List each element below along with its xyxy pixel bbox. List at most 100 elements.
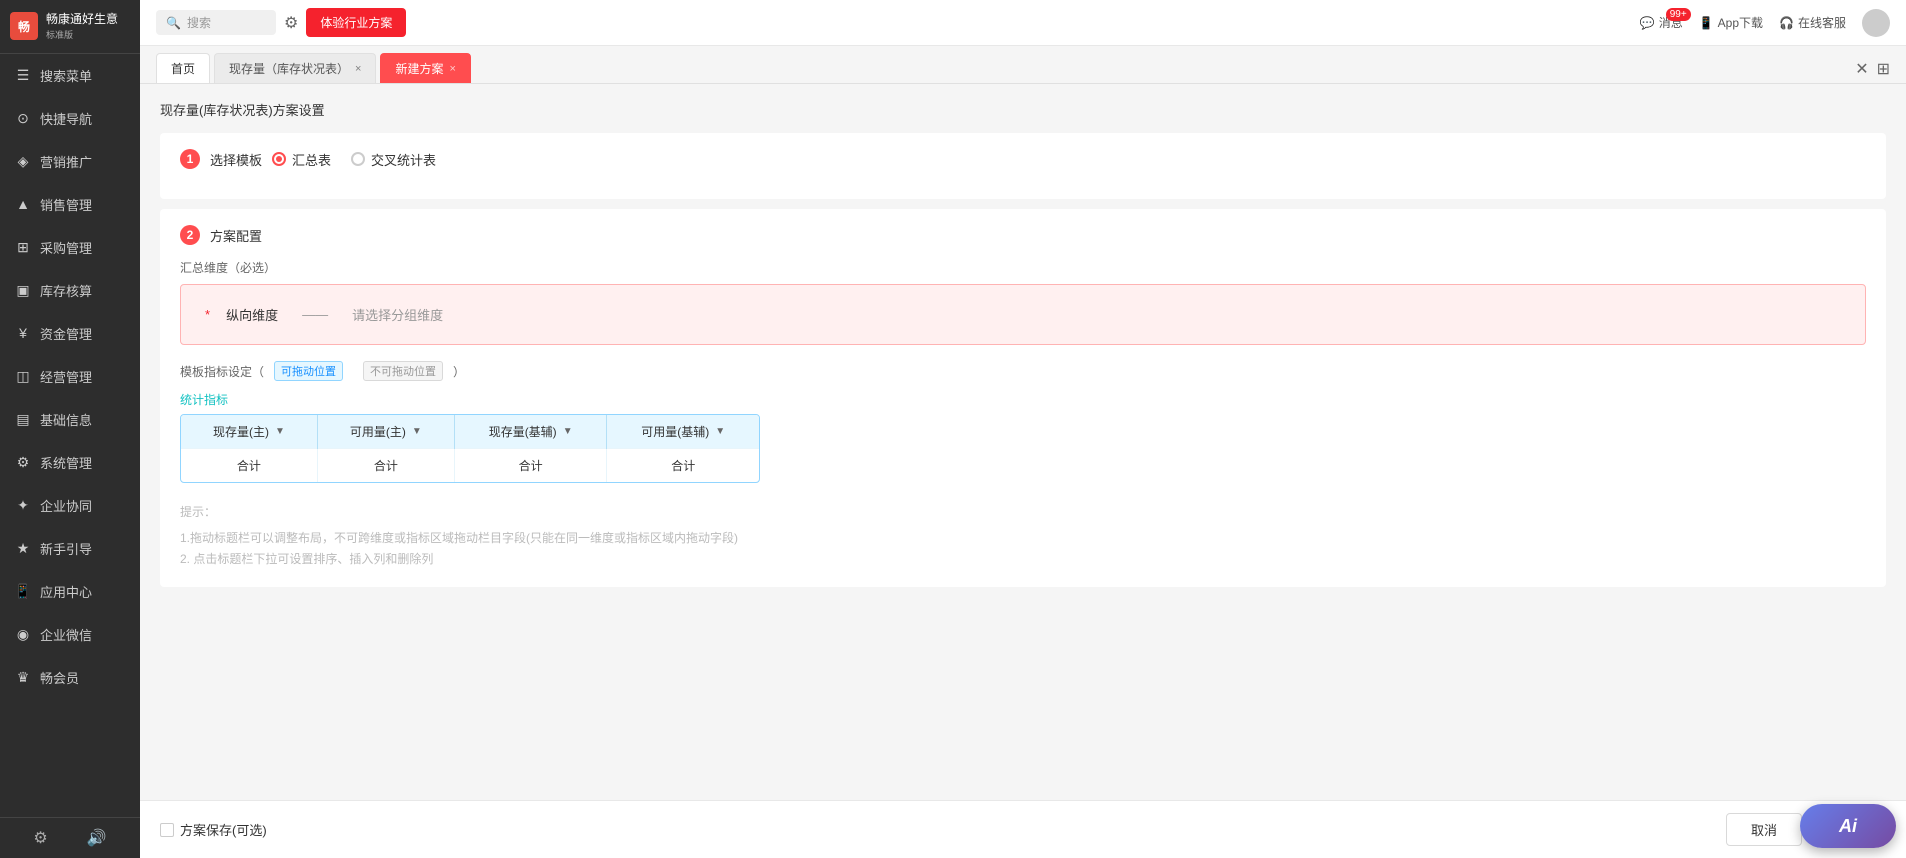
app-name: 畅康通好生意 bbox=[46, 12, 118, 28]
col-1-arrow-icon: ▼ bbox=[275, 426, 285, 437]
sidebar-item-system[interactable]: ⚙ 系统管理 bbox=[0, 441, 140, 484]
tips-section: 提示： 1.拖动标题栏可以调整布局，不可跨维度或指标区域拖动栏目字段(只能在同一… bbox=[180, 502, 1866, 571]
sidebar-item-finance[interactable]: ¥ 资金管理 bbox=[0, 312, 140, 355]
trial-button[interactable]: 体验行业方案 bbox=[306, 8, 406, 37]
sidebar-item-purchase[interactable]: ⊞ 采购管理 bbox=[0, 226, 140, 269]
home-icon: ⊙ bbox=[14, 109, 32, 127]
dim-dash: —— bbox=[302, 307, 328, 322]
tab-new-scheme[interactable]: 新建方案 × bbox=[380, 53, 470, 83]
chart-icon: ▲ bbox=[14, 195, 32, 213]
app-download-button[interactable]: 📱 App下载 bbox=[1699, 14, 1763, 31]
page-footer: 方案保存(可选) 取消 查询 bbox=[140, 800, 1906, 858]
tab-inventory-status[interactable]: 现存量（库存状况表） × bbox=[214, 53, 376, 83]
cart-icon: ⊞ bbox=[14, 238, 32, 256]
sidebar-item-basic-info[interactable]: ▤ 基础信息 bbox=[0, 398, 140, 441]
sidebar-item-label: 库存核算 bbox=[40, 281, 92, 300]
sidebar-item-inventory[interactable]: ▣ 库存核算 bbox=[0, 269, 140, 312]
indicator-settings: 模板指标设定（ 可拖动位置 不可拖动位置 ） 统计指标 现存量(主) bbox=[180, 361, 1866, 486]
tabbar: 首页 现存量（库存状况表） × 新建方案 × ✕ ⊞ bbox=[140, 46, 1906, 84]
sound-icon[interactable]: 🔊 bbox=[87, 828, 107, 848]
sidebar-item-member[interactable]: ♛ 畅会员 bbox=[0, 656, 140, 699]
save-option-label: 方案保存(可选) bbox=[180, 820, 267, 839]
avatar[interactable] bbox=[1862, 9, 1890, 37]
app-download-label: App下载 bbox=[1718, 14, 1763, 31]
col-header-4[interactable]: 可用量(基辅) ▼ bbox=[607, 415, 759, 449]
handshake-icon: ✦ bbox=[14, 496, 32, 514]
radio-cross[interactable]: 交叉统计表 bbox=[351, 150, 436, 169]
info-icon: ▤ bbox=[14, 410, 32, 428]
section1-title: 选择模板 bbox=[210, 150, 262, 169]
cell-1-4: 合计 bbox=[607, 449, 759, 483]
draggable-badge: 可拖动位置 bbox=[274, 361, 343, 381]
radio-summary-circle bbox=[272, 152, 286, 166]
crown-icon: ♛ bbox=[14, 668, 32, 686]
col-header-2[interactable]: 可用量(主) ▼ bbox=[317, 415, 454, 449]
col-header-3[interactable]: 现存量(基辅) ▼ bbox=[454, 415, 607, 449]
sidebar-item-newbie[interactable]: ★ 新手引导 bbox=[0, 527, 140, 570]
stats-section-label: 统计指标 bbox=[180, 391, 1866, 408]
settings-gear-icon[interactable]: ⚙ bbox=[284, 13, 298, 33]
tab-new-scheme-label: 新建方案 bbox=[395, 60, 443, 77]
cancel-button[interactable]: 取消 bbox=[1726, 813, 1802, 846]
message-badge: 99+ bbox=[1666, 8, 1691, 21]
window-close-icon[interactable]: ✕ bbox=[1855, 59, 1868, 79]
phone-icon: 📱 bbox=[14, 582, 32, 600]
tip-2: 2. 点击标题栏下拉可设置排序、插入列和删除列 bbox=[180, 549, 1866, 571]
search-box[interactable]: 🔍 搜索 bbox=[156, 10, 276, 35]
col-header-1[interactable]: 现存量(主) ▼ bbox=[181, 415, 317, 449]
radio-summary[interactable]: 汇总表 bbox=[272, 150, 331, 169]
box-icon: ▣ bbox=[14, 281, 32, 299]
indicator-settings-label: 模板指标设定（ 可拖动位置 不可拖动位置 ） bbox=[180, 361, 1866, 381]
radio-cross-circle bbox=[351, 152, 365, 166]
dimension-area[interactable]: * 纵向维度 —— 请选择分组维度 bbox=[180, 284, 1866, 345]
money-icon: ¥ bbox=[14, 324, 32, 342]
sidebar-item-quick-nav[interactable]: ⊙ 快捷导航 bbox=[0, 97, 140, 140]
col-4-arrow-icon: ▼ bbox=[715, 426, 725, 437]
phone-icon: 📱 bbox=[1699, 16, 1714, 30]
sidebar-item-enterprise-wechat[interactable]: ◉ 企业微信 bbox=[0, 613, 140, 656]
tab-home[interactable]: 首页 bbox=[156, 53, 210, 83]
sidebar-item-enterprise[interactable]: ✦ 企业协同 bbox=[0, 484, 140, 527]
stats-table: 现存量(主) ▼ 可用量(主) ▼ bbox=[181, 415, 759, 482]
col-2-label: 可用量(主) bbox=[350, 423, 406, 440]
online-service-button[interactable]: 🎧 在线客服 bbox=[1779, 14, 1846, 31]
sidebar-item-label: 应用中心 bbox=[40, 582, 92, 601]
operation-icon: ◫ bbox=[14, 367, 32, 385]
settings-icon[interactable]: ⚙ bbox=[33, 828, 47, 848]
page-content: 现存量(库存状况表)方案设置 1 选择模板 汇总表 交叉统计表 bbox=[140, 84, 1906, 800]
topbar: 🔍 搜索 ⚙ 体验行业方案 💬 消息 99+ 📱 App下载 🎧 在线客服 bbox=[140, 0, 1906, 46]
star-icon: ★ bbox=[14, 539, 32, 557]
sidebar-item-label: 企业协同 bbox=[40, 496, 92, 515]
col-3-arrow-icon: ▼ bbox=[563, 426, 573, 437]
main-area: 🔍 搜索 ⚙ 体验行业方案 💬 消息 99+ 📱 App下载 🎧 在线客服 bbox=[140, 0, 1906, 858]
sidebar-item-search-menu[interactable]: ☰ 搜索菜单 bbox=[0, 54, 140, 97]
cell-1-1: 合计 bbox=[181, 449, 317, 483]
sidebar-scroll: ☰ 搜索菜单 ⊙ 快捷导航 ◈ 营销推广 ▲ 销售管理 ⊞ 采购管理 ▣ 库存核… bbox=[0, 54, 140, 817]
window-controls: ✕ ⊞ bbox=[1855, 59, 1890, 83]
sidebar-item-label: 新手引导 bbox=[40, 539, 92, 558]
cell-1-2: 合计 bbox=[317, 449, 454, 483]
sidebar-item-label: 资金管理 bbox=[40, 324, 92, 343]
stats-table-wrapper: 现存量(主) ▼ 可用量(主) ▼ bbox=[180, 414, 760, 483]
sidebar-item-label: 销售管理 bbox=[40, 195, 92, 214]
gift-icon: ◈ bbox=[14, 152, 32, 170]
sidebar-item-app-center[interactable]: 📱 应用中心 bbox=[0, 570, 140, 613]
section2-number: 2 bbox=[180, 225, 200, 245]
dim-placeholder: 请选择分组维度 bbox=[352, 305, 443, 324]
sidebar-item-marketing[interactable]: ◈ 营销推广 bbox=[0, 140, 140, 183]
message-button[interactable]: 💬 消息 99+ bbox=[1640, 14, 1683, 31]
section2-title: 方案配置 bbox=[210, 226, 262, 245]
col-4-label: 可用量(基辅) bbox=[641, 423, 709, 440]
ai-float-button[interactable]: Ai bbox=[1800, 804, 1896, 848]
tip-1: 1.拖动标题栏可以调整布局，不可跨维度或指标区域拖动栏目字段(只能在同一维度或指… bbox=[180, 528, 1866, 550]
window-expand-icon[interactable]: ⊞ bbox=[1877, 59, 1890, 79]
sidebar-item-sales[interactable]: ▲ 销售管理 bbox=[0, 183, 140, 226]
tab-new-scheme-close-icon[interactable]: × bbox=[449, 63, 455, 75]
sidebar-item-label: 经营管理 bbox=[40, 367, 92, 386]
sidebar-item-operation[interactable]: ◫ 经营管理 bbox=[0, 355, 140, 398]
sidebar-item-label: 营销推广 bbox=[40, 152, 92, 171]
dimension-label: 汇总维度（必选） bbox=[180, 259, 1866, 276]
tab-inventory-close-icon[interactable]: × bbox=[355, 63, 361, 75]
tab-home-label: 首页 bbox=[171, 60, 195, 77]
save-checkbox[interactable] bbox=[160, 823, 174, 837]
